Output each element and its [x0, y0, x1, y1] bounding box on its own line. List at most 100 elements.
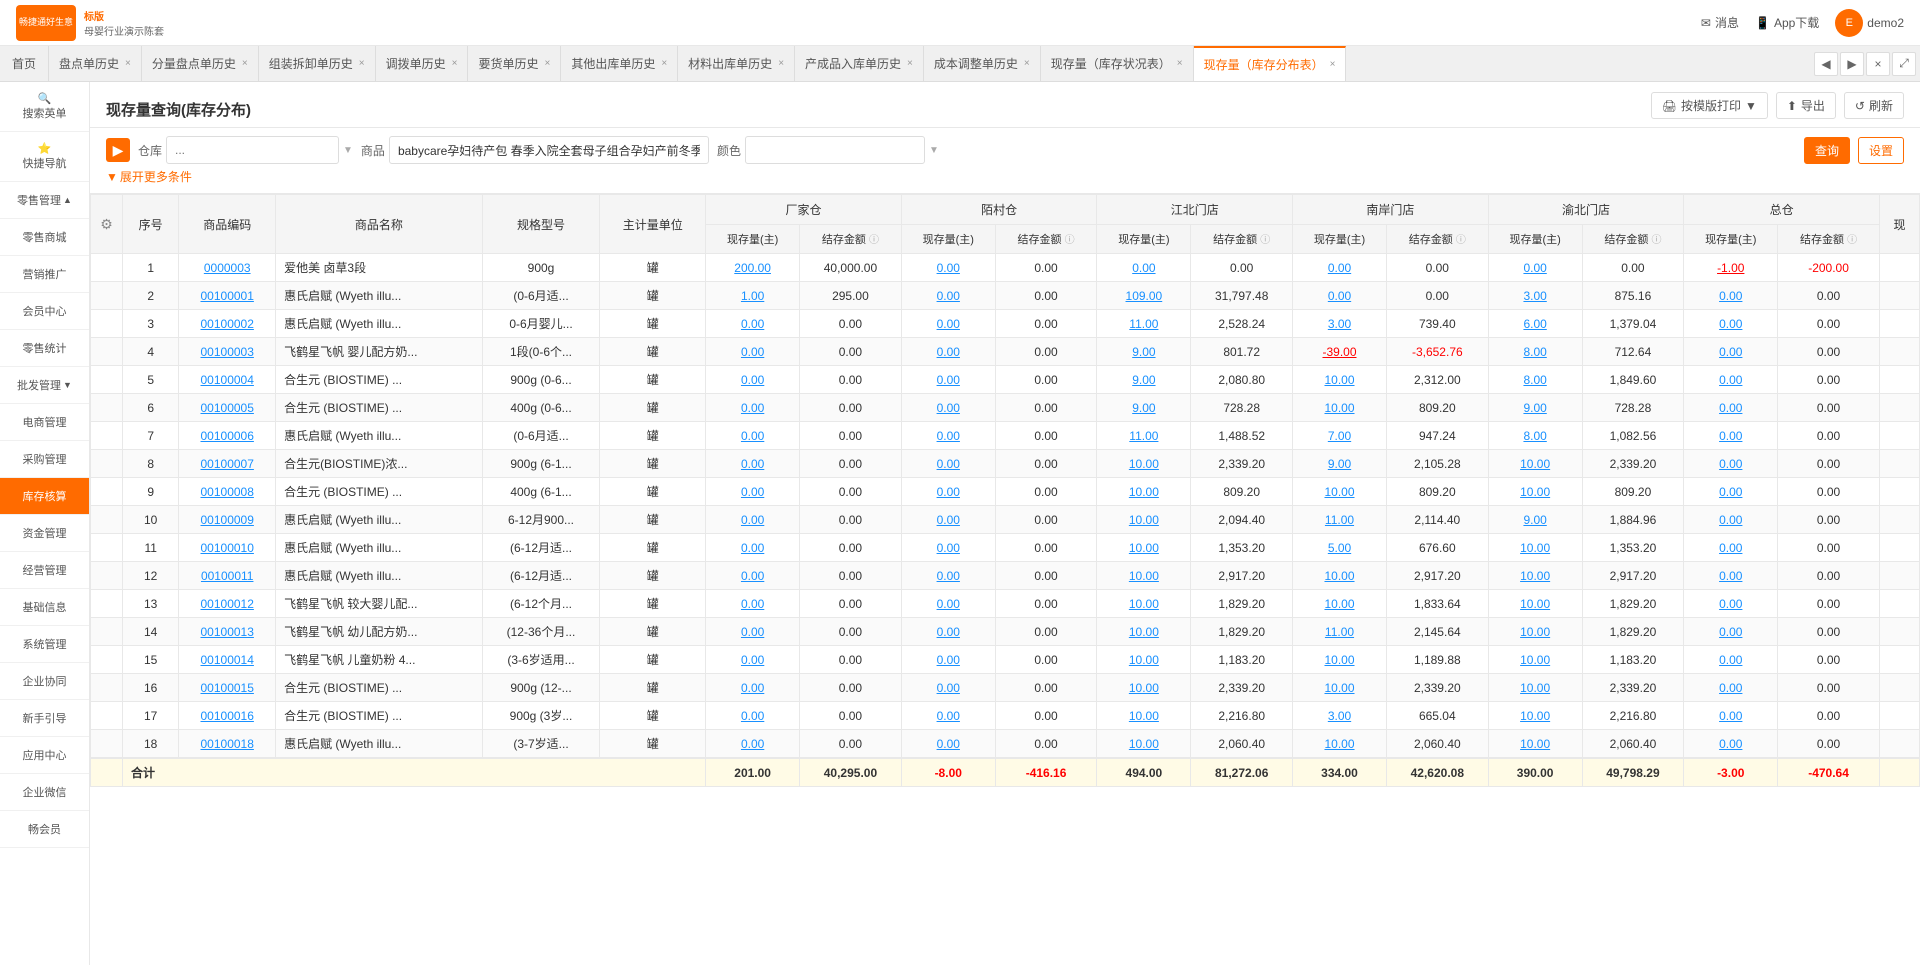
cell-jiangbei-qty-10[interactable]: 10.00 [1097, 534, 1191, 562]
export-btn[interactable]: ⬆ 导出 [1776, 92, 1836, 119]
info-icon-mucun[interactable]: ⓘ [1065, 235, 1075, 246]
cell-yubei-qty-11[interactable]: 10.00 [1488, 562, 1582, 590]
cell-jiangbei-qty-9[interactable]: 10.00 [1097, 506, 1191, 534]
cell-changjia-qty-14[interactable]: 0.00 [706, 646, 800, 674]
tab-成本调整单历史[interactable]: 成本调整单历史 × [924, 46, 1041, 81]
cell-nanan-qty-16[interactable]: 3.00 [1293, 702, 1387, 730]
cell-yubei-qty-12[interactable]: 10.00 [1488, 590, 1582, 618]
cell-mucun-qty-17[interactable]: 0.00 [901, 730, 995, 759]
cell-yubei-qty-0[interactable]: 0.00 [1488, 254, 1582, 282]
filter-toggle-btn[interactable]: ▶ [106, 138, 130, 162]
cell-jiangbei-qty-17[interactable]: 10.00 [1097, 730, 1191, 759]
cell-jiangbei-qty-14[interactable]: 10.00 [1097, 646, 1191, 674]
cell-zongcang-qty-1[interactable]: 0.00 [1684, 282, 1778, 310]
cell-changjia-qty-3[interactable]: 0.00 [706, 338, 800, 366]
cell-jiangbei-qty-11[interactable]: 10.00 [1097, 562, 1191, 590]
cell-jiangbei-qty-4[interactable]: 9.00 [1097, 366, 1191, 394]
cell-nanan-qty-15[interactable]: 10.00 [1293, 674, 1387, 702]
sidebar-item-finance[interactable]: 资金管理 [0, 515, 89, 552]
cell-mucun-qty-14[interactable]: 0.00 [901, 646, 995, 674]
settings-gear-icon[interactable]: ⚙ [100, 216, 113, 232]
cell-yubei-qty-14[interactable]: 10.00 [1488, 646, 1582, 674]
sidebar-item-membership[interactable]: 畅会员 [0, 811, 89, 848]
tab-close-分量盘点单历史[interactable]: × [242, 58, 248, 69]
cell-changjia-qty-2[interactable]: 0.00 [706, 310, 800, 338]
cell-code-0[interactable]: 0000003 [179, 254, 276, 282]
message-btn[interactable]: ✉ 消息 [1701, 14, 1739, 31]
expand-conditions-btn[interactable]: ▼ 展开更多条件 [106, 168, 1904, 185]
cell-code-10[interactable]: 00100010 [179, 534, 276, 562]
cell-nanan-qty-9[interactable]: 11.00 [1293, 506, 1387, 534]
cell-nanan-qty-0[interactable]: 0.00 [1293, 254, 1387, 282]
cell-zongcang-qty-2[interactable]: 0.00 [1684, 310, 1778, 338]
tab-组装拆卸单历史[interactable]: 组装拆卸单历史 × [259, 46, 376, 81]
cell-mucun-qty-13[interactable]: 0.00 [901, 618, 995, 646]
cell-changjia-qty-13[interactable]: 0.00 [706, 618, 800, 646]
cell-nanan-qty-13[interactable]: 11.00 [1293, 618, 1387, 646]
cell-nanan-qty-6[interactable]: 7.00 [1293, 422, 1387, 450]
tab-close-盘点单历史[interactable]: × [125, 58, 131, 69]
tab-close-成本调整单历史[interactable]: × [1024, 58, 1030, 69]
cell-mucun-qty-0[interactable]: 0.00 [901, 254, 995, 282]
cell-yubei-qty-13[interactable]: 10.00 [1488, 618, 1582, 646]
cell-mucun-qty-2[interactable]: 0.00 [901, 310, 995, 338]
cell-jiangbei-qty-6[interactable]: 11.00 [1097, 422, 1191, 450]
info-icon-yubei[interactable]: ⓘ [1651, 235, 1661, 246]
tab-其他出库单历史[interactable]: 其他出库单历史 × [561, 46, 678, 81]
cell-zongcang-qty-6[interactable]: 0.00 [1684, 422, 1778, 450]
warehouse-input[interactable] [166, 136, 339, 164]
cell-zongcang-qty-3[interactable]: 0.00 [1684, 338, 1778, 366]
cell-mucun-qty-8[interactable]: 0.00 [901, 478, 995, 506]
cell-jiangbei-qty-0[interactable]: 0.00 [1097, 254, 1191, 282]
tab-close-现存量库存分布表[interactable]: × [1330, 59, 1336, 70]
cell-yubei-qty-7[interactable]: 10.00 [1488, 450, 1582, 478]
cell-code-4[interactable]: 00100004 [179, 366, 276, 394]
tab-close-要货单历史[interactable]: × [544, 58, 550, 69]
cell-jiangbei-qty-5[interactable]: 9.00 [1097, 394, 1191, 422]
cell-zongcang-qty-17[interactable]: 0.00 [1684, 730, 1778, 759]
cell-yubei-qty-4[interactable]: 8.00 [1488, 366, 1582, 394]
sidebar-item-retail-mgmt[interactable]: 零售管理 ▲ [0, 182, 89, 219]
cell-yubei-qty-16[interactable]: 10.00 [1488, 702, 1582, 730]
cell-code-2[interactable]: 00100002 [179, 310, 276, 338]
cell-yubei-qty-17[interactable]: 10.00 [1488, 730, 1582, 759]
sidebar-item-appstore[interactable]: 应用中心 [0, 737, 89, 774]
cell-nanan-qty-1[interactable]: 0.00 [1293, 282, 1387, 310]
cell-nanan-qty-11[interactable]: 10.00 [1293, 562, 1387, 590]
sidebar-item-operations[interactable]: 经营管理 [0, 552, 89, 589]
cell-code-17[interactable]: 00100018 [179, 730, 276, 759]
cell-code-14[interactable]: 00100014 [179, 646, 276, 674]
cell-zongcang-qty-9[interactable]: 0.00 [1684, 506, 1778, 534]
sidebar-item-guide[interactable]: 新手引导 [0, 700, 89, 737]
cell-nanan-qty-17[interactable]: 10.00 [1293, 730, 1387, 759]
cell-changjia-qty-17[interactable]: 0.00 [706, 730, 800, 759]
sidebar-item-basic[interactable]: 基础信息 [0, 589, 89, 626]
cell-zongcang-qty-12[interactable]: 0.00 [1684, 590, 1778, 618]
cell-mucun-qty-15[interactable]: 0.00 [901, 674, 995, 702]
cell-nanan-qty-7[interactable]: 9.00 [1293, 450, 1387, 478]
cell-mucun-qty-9[interactable]: 0.00 [901, 506, 995, 534]
sidebar-item-system[interactable]: 系统管理 [0, 626, 89, 663]
tab-close-组装拆卸单历史[interactable]: × [359, 58, 365, 69]
tab-close-现存量库存状况表[interactable]: × [1177, 58, 1183, 69]
cell-jiangbei-qty-1[interactable]: 109.00 [1097, 282, 1191, 310]
cell-nanan-qty-4[interactable]: 10.00 [1293, 366, 1387, 394]
tab-prev-btn[interactable]: ◀ [1814, 52, 1838, 76]
cell-zongcang-qty-11[interactable]: 0.00 [1684, 562, 1778, 590]
tab-现存量库存分布表[interactable]: 现存量（库存分布表） × [1194, 46, 1347, 81]
cell-code-13[interactable]: 00100013 [179, 618, 276, 646]
cell-yubei-qty-8[interactable]: 10.00 [1488, 478, 1582, 506]
cell-nanan-qty-2[interactable]: 3.00 [1293, 310, 1387, 338]
cell-changjia-qty-6[interactable]: 0.00 [706, 422, 800, 450]
sidebar-item-wholesale[interactable]: 批发管理 ▼ [0, 367, 89, 404]
sidebar-item-retail-mall[interactable]: 零售商城 [0, 219, 89, 256]
info-icon-zongcang[interactable]: ⓘ [1847, 235, 1857, 246]
tab-close-产成品入库单历史[interactable]: × [907, 58, 913, 69]
cell-mucun-qty-4[interactable]: 0.00 [901, 366, 995, 394]
cell-yubei-qty-15[interactable]: 10.00 [1488, 674, 1582, 702]
user-area[interactable]: E demo2 [1835, 9, 1904, 37]
cell-jiangbei-qty-2[interactable]: 11.00 [1097, 310, 1191, 338]
cell-nanan-qty-10[interactable]: 5.00 [1293, 534, 1387, 562]
cell-mucun-qty-11[interactable]: 0.00 [901, 562, 995, 590]
cell-mucun-qty-5[interactable]: 0.00 [901, 394, 995, 422]
